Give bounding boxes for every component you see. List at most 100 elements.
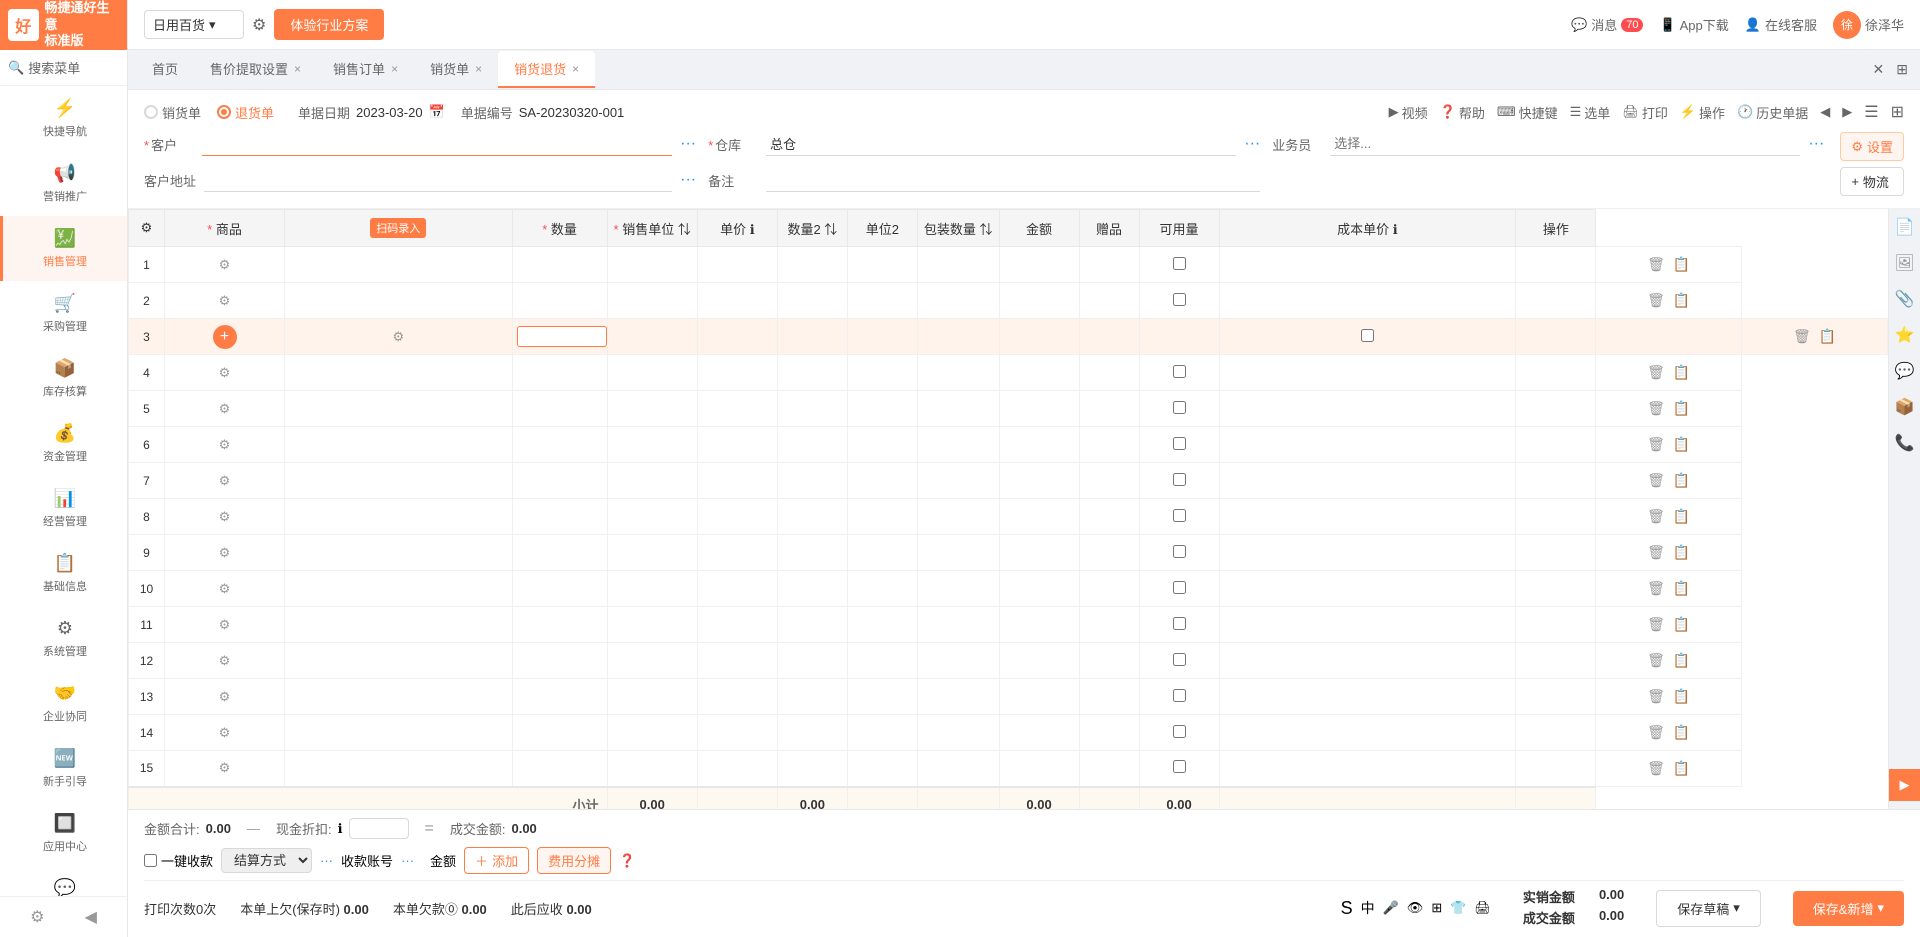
amount-cell[interactable] <box>1139 319 1219 355</box>
pkg-qty-cell[interactable] <box>999 427 1079 463</box>
amount-cell[interactable] <box>1079 751 1139 787</box>
cost-price-cell[interactable] <box>1516 499 1596 535</box>
radio-delivery[interactable]: 销货单 <box>144 103 201 122</box>
unit-price-cell[interactable] <box>777 715 847 751</box>
copy-row-icon[interactable]: 📋 <box>1673 508 1690 525</box>
one-click-pay-check[interactable] <box>144 854 157 867</box>
gift-checkbox[interactable] <box>1173 760 1186 773</box>
gift-checkbox[interactable] <box>1173 473 1186 486</box>
action-help[interactable]: ❓ 帮助 <box>1440 103 1485 122</box>
qty2-cell[interactable] <box>847 715 917 751</box>
gift-checkbox[interactable] <box>1173 653 1186 666</box>
delete-row-icon[interactable]: 🗑 <box>1647 580 1665 597</box>
save-new-button[interactable]: 保存&新增 ▾ <box>1793 891 1904 926</box>
qty2-cell[interactable] <box>847 355 917 391</box>
action-print[interactable]: 🖨 打印 <box>1622 103 1668 122</box>
unit-price-cell[interactable] <box>777 643 847 679</box>
unit2-cell[interactable] <box>917 427 999 463</box>
product-cell[interactable] <box>285 355 513 391</box>
sidebar-item-guide[interactable]: 🆕 新手引导 <box>0 736 127 801</box>
logistics-btn[interactable]: + 物流 <box>1840 167 1904 196</box>
note-input[interactable] <box>766 168 1260 192</box>
unit2-cell[interactable] <box>917 715 999 751</box>
unit2-cell[interactable] <box>917 499 999 535</box>
row-gear-icon[interactable]: ⚙ <box>219 725 231 740</box>
amount-cell[interactable] <box>1079 499 1139 535</box>
cost-price-cell[interactable] <box>1516 391 1596 427</box>
amount-cell[interactable] <box>1079 679 1139 715</box>
amount-cell[interactable] <box>1079 391 1139 427</box>
sales-unit-cell[interactable] <box>697 463 777 499</box>
product-cell[interactable] <box>285 751 513 787</box>
action-history[interactable]: 🕐 历史单据 <box>1737 103 1808 122</box>
unit2-cell[interactable] <box>999 319 1079 355</box>
row-gear-icon[interactable]: ⚙ <box>219 760 231 775</box>
cost-price-cell[interactable] <box>1516 679 1596 715</box>
panel-icon-4[interactable]: ⭐ <box>1895 325 1915 345</box>
product-cell[interactable] <box>285 427 513 463</box>
barcode-input-button[interactable]: 扫码录入 <box>370 218 426 238</box>
unit-price-cell[interactable] <box>777 535 847 571</box>
panel-icon-5[interactable]: 💬 <box>1895 361 1915 381</box>
cost-price-cell[interactable] <box>1516 463 1596 499</box>
qty2-cell[interactable] <box>847 283 917 319</box>
add-row-button[interactable]: + <box>213 325 237 349</box>
qty-cell[interactable] <box>607 283 697 319</box>
view-detail-icon[interactable]: ⊞ <box>1891 102 1904 122</box>
sales-rep-input[interactable] <box>1330 132 1800 156</box>
amount-cell[interactable] <box>1079 607 1139 643</box>
available-cell[interactable] <box>1219 391 1516 427</box>
copy-row-icon[interactable]: 📋 <box>1819 328 1836 345</box>
available-cell[interactable] <box>1219 355 1516 391</box>
pkg-qty-cell[interactable] <box>999 391 1079 427</box>
cost-price-cell[interactable] <box>1516 643 1596 679</box>
sales-unit-cell[interactable] <box>697 679 777 715</box>
copy-row-icon[interactable]: 📋 <box>1673 544 1690 561</box>
panel-icon-2[interactable]: 🖼 <box>1894 253 1914 273</box>
delete-row-icon[interactable]: 🗑 <box>1647 616 1665 633</box>
copy-row-icon[interactable]: 📋 <box>1673 616 1690 633</box>
product-cell[interactable] <box>285 715 513 751</box>
sales-unit-cell[interactable] <box>697 607 777 643</box>
qty-cell[interactable] <box>607 751 697 787</box>
gift-checkbox[interactable] <box>1173 401 1186 414</box>
nav-prev-icon[interactable]: ◀ <box>1820 104 1830 120</box>
delete-row-icon[interactable]: 🗑 <box>1647 436 1665 453</box>
app-download-button[interactable]: 📱 App下载 <box>1659 15 1728 34</box>
unit-price-cell[interactable] <box>777 283 847 319</box>
sidebar-item-wechat[interactable]: 💬 企业微信 <box>0 866 127 896</box>
delete-row-icon[interactable]: 🗑 <box>1647 508 1665 525</box>
cost-price-cell[interactable] <box>1516 715 1596 751</box>
available-cell[interactable] <box>1219 607 1516 643</box>
qty-cell[interactable] <box>607 643 697 679</box>
amount-cell[interactable] <box>1079 463 1139 499</box>
sidebar-item-purchase[interactable]: 🛒 采购管理 <box>0 281 127 346</box>
row-gear-icon[interactable]: ⚙ <box>219 545 231 560</box>
sort3-icon[interactable]: ⇅ <box>980 222 993 237</box>
gift-checkbox[interactable] <box>1173 437 1186 450</box>
product-cell[interactable] <box>285 499 513 535</box>
unit-price-cell[interactable] <box>777 499 847 535</box>
delete-row-icon[interactable]: 🗑 <box>1647 544 1665 561</box>
customer-input[interactable] <box>202 132 672 156</box>
delete-row-icon[interactable]: 🗑 <box>1647 652 1665 669</box>
taskbar-icon-4[interactable]: 👁 <box>1407 900 1424 916</box>
sidebar-item-finance[interactable]: 💰 资金管理 <box>0 411 127 476</box>
qty-cell[interactable] <box>607 463 697 499</box>
sales-unit-cell[interactable] <box>777 319 847 355</box>
delete-row-icon[interactable]: 🗑 <box>1647 400 1665 417</box>
pkg-qty-cell[interactable] <box>999 643 1079 679</box>
amount-cell[interactable] <box>1079 535 1139 571</box>
cost-price-cell[interactable] <box>1516 535 1596 571</box>
sidebar-item-apps[interactable]: 🔲 应用中心 <box>0 801 127 866</box>
radio-return[interactable]: 退货单 <box>217 103 274 122</box>
settle-method-select[interactable]: 结算方式 <box>221 848 312 873</box>
product-input[interactable] <box>517 326 607 347</box>
close-all-tabs-icon[interactable]: ✕ <box>1869 59 1889 80</box>
available-cell[interactable] <box>1219 427 1516 463</box>
copy-row-icon[interactable]: 📋 <box>1673 364 1690 381</box>
topbar-gear-icon[interactable]: ⚙ <box>252 15 266 35</box>
product-cell[interactable] <box>285 607 513 643</box>
qty2-cell[interactable] <box>847 643 917 679</box>
tab-close-price-setting[interactable]: × <box>294 62 301 76</box>
